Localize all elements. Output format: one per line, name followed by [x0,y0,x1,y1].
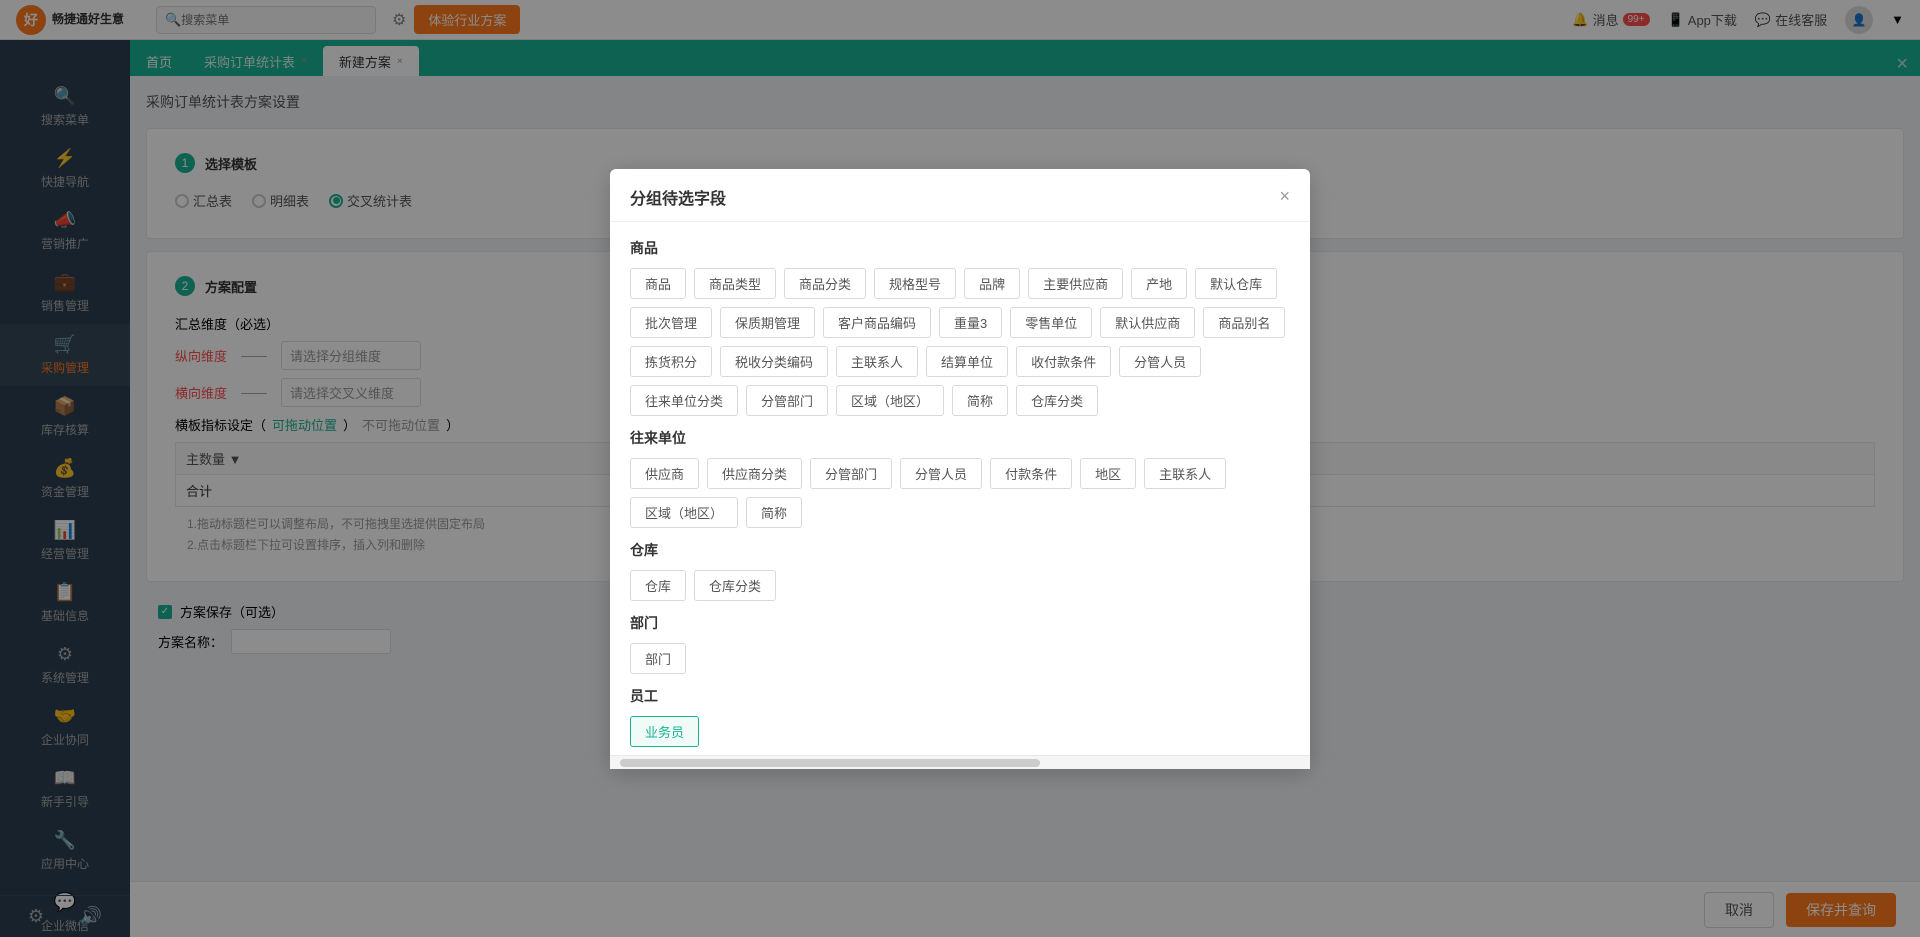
scroll-thumb-horizontal[interactable] [620,759,1040,767]
field-tag[interactable]: 付款条件 [990,458,1072,489]
field-tag[interactable]: 分管部门 [746,385,828,416]
field-tag[interactable]: 往来单位分类 [630,385,738,416]
field-tag[interactable]: 税收分类编码 [720,346,828,377]
modal-overlay: 分组待选字段 × 商品 商品 商品类型 商品分类 规格型号 品牌 主要供应商 产… [0,0,1920,937]
modal-body[interactable]: 商品 商品 商品类型 商品分类 规格型号 品牌 主要供应商 产地 默认仓库 批次… [610,222,1310,755]
field-tags-staff: 业务员 [630,716,1290,747]
modal-title: 分组待选字段 [630,185,726,209]
field-tag[interactable]: 保质期管理 [720,307,815,338]
field-tag[interactable]: 分管人员 [1119,346,1201,377]
modal-scroll-bottom [610,755,1310,769]
section-title-warehouse: 仓库 [630,540,1290,560]
field-tag[interactable]: 商品 [630,268,686,299]
field-tags-dept: 部门 [630,643,1290,674]
field-tag[interactable]: 批次管理 [630,307,712,338]
modal-dialog: 分组待选字段 × 商品 商品 商品类型 商品分类 规格型号 品牌 主要供应商 产… [610,169,1310,769]
section-title-goods: 商品 [630,238,1290,258]
field-tag[interactable]: 主要供应商 [1028,268,1123,299]
field-tag[interactable]: 拣货积分 [630,346,712,377]
field-tag[interactable]: 重量3 [939,307,1002,338]
field-tag[interactable]: 仓库分类 [694,570,776,601]
section-title-dept: 部门 [630,613,1290,633]
field-tag[interactable]: 区域（地区） [630,497,738,528]
field-tag[interactable]: 主联系人 [836,346,918,377]
field-tag[interactable]: 地区 [1080,458,1136,489]
field-tag[interactable]: 商品别名 [1203,307,1285,338]
field-tag[interactable]: 结算单位 [926,346,1008,377]
field-tag[interactable]: 零售单位 [1010,307,1092,338]
field-tag[interactable]: 简称 [952,385,1008,416]
field-tag-selected[interactable]: 业务员 [630,716,699,747]
field-tag[interactable]: 产地 [1131,268,1187,299]
field-tag[interactable]: 品牌 [964,268,1020,299]
field-tag[interactable]: 简称 [746,497,802,528]
field-tag[interactable]: 区域（地区） [836,385,944,416]
field-tag[interactable]: 分管人员 [900,458,982,489]
field-tag[interactable]: 商品分类 [784,268,866,299]
field-tag[interactable]: 部门 [630,643,686,674]
field-tag[interactable]: 主联系人 [1144,458,1226,489]
field-tag[interactable]: 默认供应商 [1100,307,1195,338]
field-tag[interactable]: 规格型号 [874,268,956,299]
field-tag[interactable]: 仓库 [630,570,686,601]
field-tag[interactable]: 供应商分类 [707,458,802,489]
section-title-staff: 员工 [630,686,1290,706]
field-tags-partner: 供应商 供应商分类 分管部门 分管人员 付款条件 地区 主联系人 区域（地区） … [630,458,1290,528]
field-tag[interactable]: 分管部门 [810,458,892,489]
field-tags-goods: 商品 商品类型 商品分类 规格型号 品牌 主要供应商 产地 默认仓库 批次管理 … [630,268,1290,416]
field-tags-warehouse: 仓库 仓库分类 [630,570,1290,601]
field-tag[interactable]: 客户商品编码 [823,307,931,338]
modal-header: 分组待选字段 × [610,169,1310,222]
field-tag[interactable]: 供应商 [630,458,699,489]
field-tag[interactable]: 收付款条件 [1016,346,1111,377]
field-tag[interactable]: 默认仓库 [1195,268,1277,299]
modal-close-button[interactable]: × [1279,186,1290,207]
field-tag[interactable]: 仓库分类 [1016,385,1098,416]
field-tag[interactable]: 商品类型 [694,268,776,299]
section-title-partner: 往来单位 [630,428,1290,448]
